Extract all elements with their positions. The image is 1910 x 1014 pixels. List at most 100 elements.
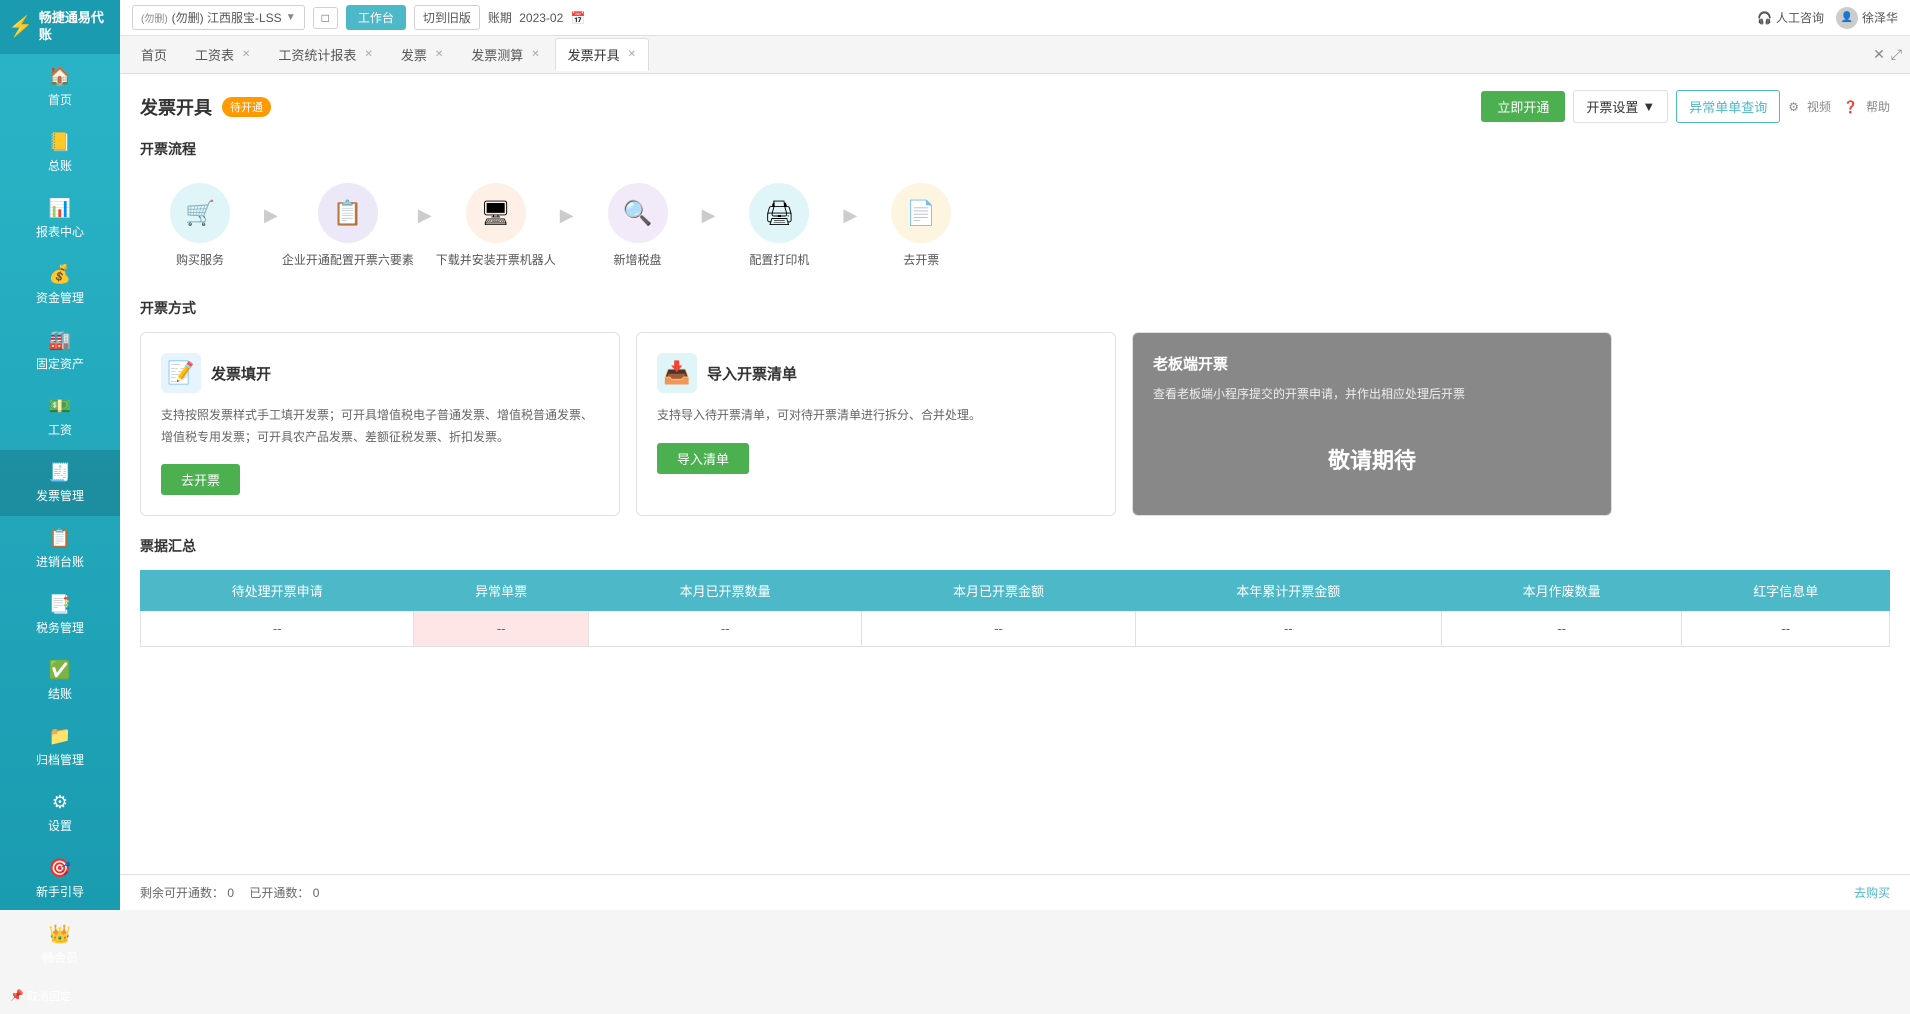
flow-section-title: 开票流程 (140, 139, 1890, 159)
home-icon: 🏠 (49, 66, 71, 87)
close-tab-icon[interactable]: ✕ (1873, 46, 1885, 63)
sidebar-item-archive[interactable]: 📁归档管理 (0, 714, 120, 780)
old-version-button[interactable]: 切到旧版 (414, 5, 480, 30)
header-actions: 立即开通 开票设置 ▼ 异常单单查询 ⚙ 视频 ❓ 帮助 (1481, 90, 1890, 123)
flow-step-label-add-tax-disk: 新增税盘 (614, 251, 662, 268)
tax-icon: 📑 (49, 594, 71, 615)
method-card-manual-header: 📝 发票填开 (161, 353, 599, 393)
company-selector[interactable]: (勿删) (勿删) 江西服宝-LSS ▼ (132, 5, 305, 30)
video-icon: ⚙ (1788, 100, 1799, 114)
period-value: 2023-02 (519, 11, 563, 25)
topbar-right: 🎧 人工咨询 👤 徐泽华 (1757, 7, 1898, 29)
help-button[interactable]: 🎧 人工咨询 (1757, 9, 1824, 26)
remaining-value: 0 (227, 886, 234, 900)
main-area: (勿删) (勿删) 江西服宝-LSS ▼ □ 工作台 切到旧版 账期 2023-… (120, 0, 1910, 910)
flow-step-config-printer[interactable]: 🖨 配置打印机 (719, 183, 839, 268)
flow-step-download-robot[interactable]: 🖥 下载并安装开票机器人 (436, 183, 556, 268)
sidebar-label-settings: 设置 (48, 817, 72, 834)
sidebar-item-sales[interactable]: 📋进销台账 (0, 516, 120, 582)
method-section-title: 开票方式 (140, 298, 1890, 318)
go-issue-button[interactable]: 去开票 (161, 464, 240, 495)
member-icon: 👑 (49, 924, 71, 945)
sidebar-item-home[interactable]: 🏠 首页 (0, 54, 120, 120)
tab-label-invoice-tool: 发票开具 (568, 45, 620, 64)
sidebar-item-member[interactable]: 👑 畅会员 (0, 912, 120, 978)
summary-val-0: -- (141, 611, 414, 647)
app-name: 畅捷通易代账 (39, 10, 112, 44)
sidebar-label-archive: 归档管理 (36, 751, 84, 768)
tab-label-salary-report: 工资统计报表 (278, 45, 356, 64)
user-area[interactable]: 👤 徐泽华 (1836, 7, 1898, 29)
manual-desc: 支持按照发票样式手工填开发票；可开具增值税电子普通发票、增值税普通发票、增值税专… (161, 405, 599, 448)
tab-invoice-calc[interactable]: 发票测算✕ (458, 38, 552, 71)
summary-val-3: -- (862, 611, 1135, 647)
flow-step-label-config-printer: 配置打印机 (749, 251, 809, 268)
sidebar-label-checkout: 结账 (48, 685, 72, 702)
flow-arrow-3: ▶ (702, 205, 716, 226)
tab-label-invoice: 发票 (401, 45, 427, 64)
summary-val-1: -- (414, 611, 589, 647)
method-card-boss: 老板端开票 查看老板端小程序提交的开票申请，并作出相应处理后开票 敬请期待 (1132, 332, 1612, 516)
tab-close-invoice-calc[interactable]: ✕ (531, 49, 539, 60)
sidebar-label-member: 畅会员 (42, 949, 78, 966)
buy-link[interactable]: 去购买 (1854, 884, 1890, 901)
abnormal-query-button[interactable]: 异常单单查询 (1676, 90, 1780, 123)
app-logo[interactable]: ⚡ 畅捷通易代账 (0, 0, 120, 54)
summary-col-6: 红字信息单 (1682, 571, 1890, 611)
tab-salary[interactable]: 工资表 ✕ (182, 38, 263, 71)
import-list-button[interactable]: 导入清单 (657, 443, 749, 474)
workstation-button[interactable]: 工作台 (346, 5, 406, 30)
pin-button[interactable]: 📌 取消固定 (10, 988, 110, 1004)
flow-step-buy-service[interactable]: 🛒 购买服务 (140, 183, 260, 268)
headphone-icon: 🎧 (1757, 11, 1772, 25)
flow-step-enterprise-setup[interactable]: 📋 企业开通配置开票六要素 (282, 183, 414, 268)
sidebar-item-general-ledger[interactable]: 📒总账 (0, 120, 120, 186)
tab-invoice[interactable]: 发票 ✕ (388, 38, 456, 71)
user-avatar: 👤 (1836, 7, 1858, 29)
sidebar-label-home: 首页 (48, 91, 72, 108)
open-settings-button[interactable]: 开票设置 ▼ (1573, 90, 1668, 123)
sidebar-item-newbie[interactable]: 🎯新手引导 (0, 846, 120, 912)
calendar-icon[interactable]: 📅 (571, 11, 586, 25)
tab-close-invoice[interactable]: ✕ (435, 49, 443, 60)
flow-step-issue-invoice[interactable]: 📄 去开票 (861, 183, 981, 268)
tab-close-salary[interactable]: ✕ (242, 49, 250, 60)
company-dropdown-arrow: ▼ (286, 12, 296, 23)
summary-val-2: -- (589, 611, 862, 647)
tab-salary-report[interactable]: 工资统计报表 ✕ (265, 38, 385, 71)
sidebar-item-reports[interactable]: 📊报表中心 (0, 186, 120, 252)
flow-arrow-0: ▶ (264, 205, 278, 226)
sidebar-item-settings[interactable]: ⚙设置 (0, 780, 120, 846)
tab-label-salary: 工资表 (195, 45, 234, 64)
copy-button[interactable]: □ (313, 7, 338, 29)
checkout-icon: ✅ (49, 660, 71, 681)
help-area: ⚙ 视频 ❓ 帮助 (1788, 98, 1890, 115)
tab-close-invoice-tool[interactable]: ✕ (628, 49, 636, 60)
method-card-import-header: 📥 导入开票清单 (657, 353, 1095, 393)
boss-desc: 查看老板端小程序提交的开票申请，并作出相应处理后开票 (1153, 384, 1591, 404)
company-name: (勿删) 江西服宝-LSS (172, 9, 282, 26)
import-desc: 支持导入待开票清单，可对待开票清单进行拆分、合并处理。 (657, 405, 1095, 427)
flow-step-icon-config-printer: 🖨 (749, 183, 809, 243)
flow-steps: 🛒 购买服务 ▶ 📋 企业开通配置开票六要素 ▶ 🖥 下载并安装开票机器人 ▶ … (140, 173, 1890, 278)
tab-home[interactable]: 首页 (128, 38, 180, 71)
import-icon: 📥 (657, 353, 697, 393)
tab-close-salary-report[interactable]: ✕ (364, 49, 372, 60)
sidebar-label-newbie: 新手引导 (36, 883, 84, 900)
sidebar-label-reports: 报表中心 (36, 223, 84, 240)
settings-arrow-icon: ▼ (1642, 99, 1655, 114)
method-card-manual: 📝 发票填开 支持按照发票样式手工填开发票；可开具增值税电子普通发票、增值税普通… (140, 332, 620, 516)
summary-col-5: 本月作废数量 (1441, 571, 1681, 611)
open-now-button[interactable]: 立即开通 (1481, 91, 1565, 122)
sidebar-item-checkout[interactable]: ✅ 结账 (0, 648, 120, 714)
flow-step-add-tax-disk[interactable]: 🔍 新增税盘 (578, 183, 698, 268)
tab-invoice-tool[interactable]: 发票开具 ✕ (555, 38, 649, 71)
sidebar-label-sales: 进销台账 (36, 553, 84, 570)
summary-col-4: 本年累计开票金额 (1135, 571, 1441, 611)
sidebar-item-tax[interactable]: 📑税务管理 (0, 582, 120, 648)
sidebar-item-salary[interactable]: 💵工资 (0, 384, 120, 450)
sidebar-item-capital[interactable]: 💰资金管理 (0, 252, 120, 318)
sidebar-item-fixed-assets[interactable]: 🏭固定资产 (0, 318, 120, 384)
maximize-icon[interactable]: ⤢ (1891, 46, 1902, 63)
sidebar-item-invoice-mgmt[interactable]: 🧾发票管理 (0, 450, 120, 516)
